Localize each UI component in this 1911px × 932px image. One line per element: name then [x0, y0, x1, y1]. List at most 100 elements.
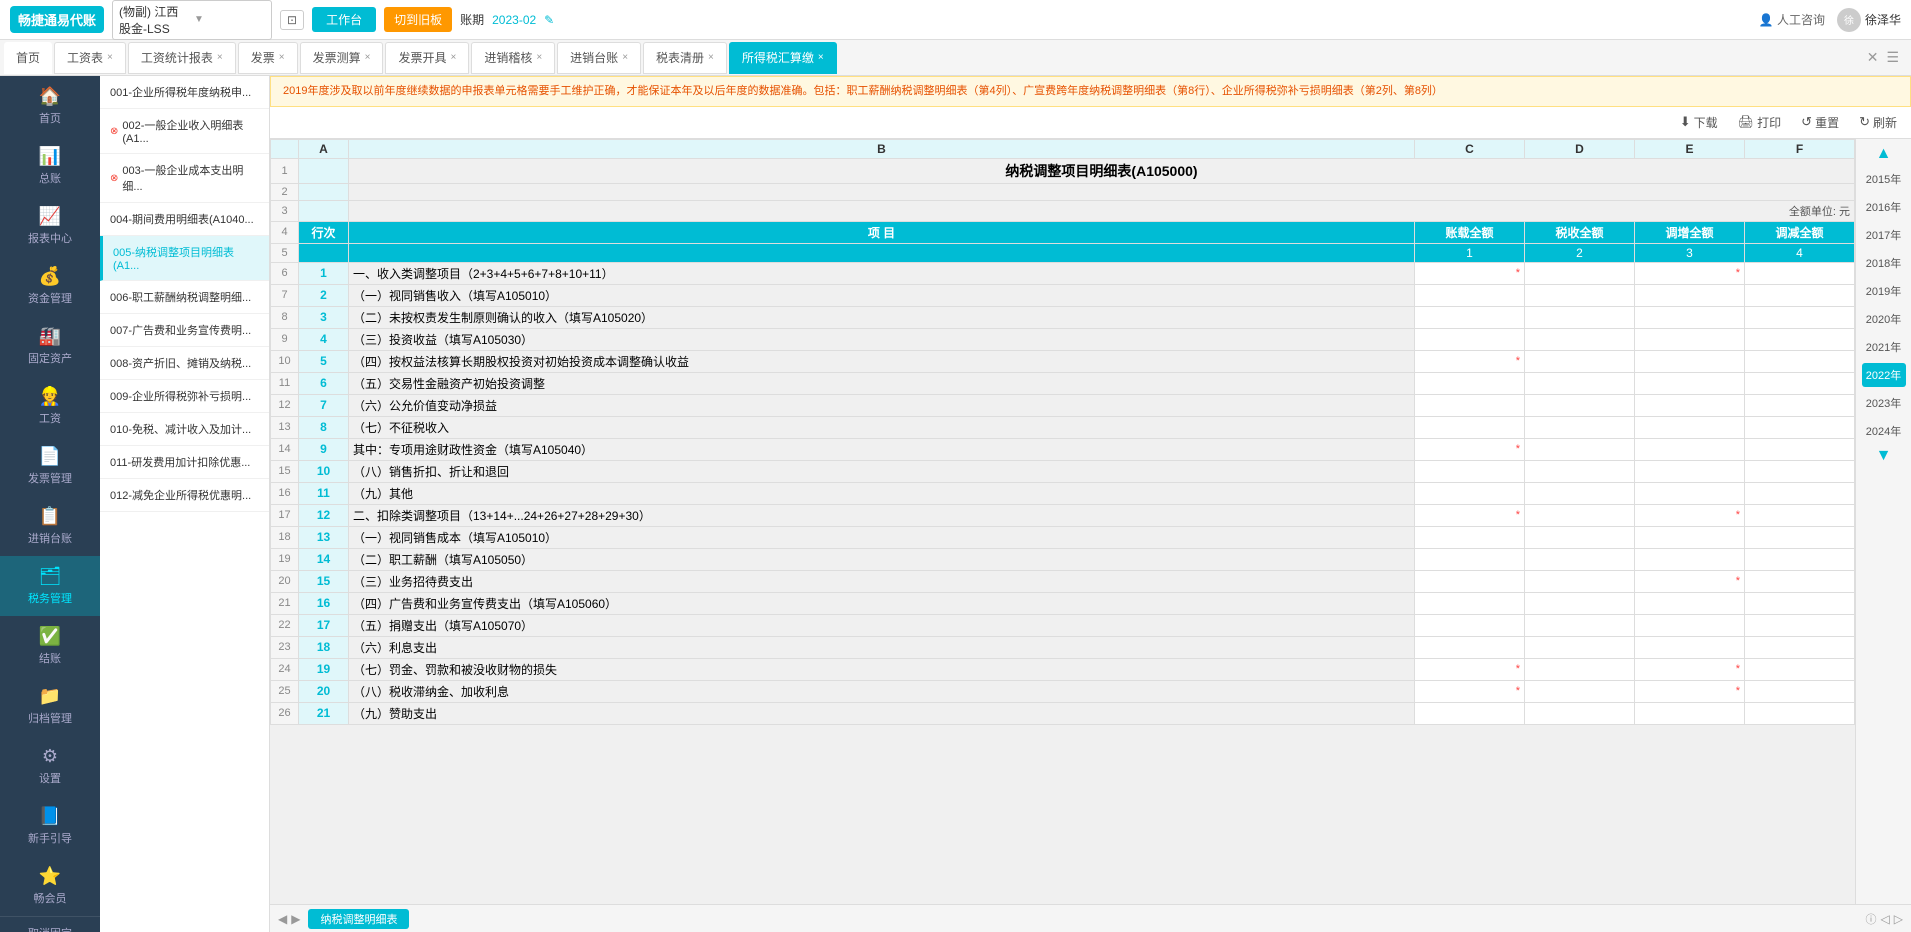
col-header-xiangmu: 项 目 [349, 221, 1415, 243]
year-2015-button[interactable]: 2015年 [1862, 167, 1906, 191]
sidebar-item-salary[interactable]: 👷 工资 [0, 376, 100, 436]
table-row: 3 全额单位: 元 [271, 200, 1855, 221]
tab-purchase-ledger[interactable]: 进销台账× [557, 42, 641, 74]
collapse-label: 取消固定 [28, 925, 72, 932]
submenu-item-011[interactable]: 011-研发费用加计扣除优惠... [100, 446, 269, 479]
year-2016-button[interactable]: 2016年 [1862, 195, 1906, 219]
avatar: 徐 [1837, 8, 1861, 32]
content-area: 001-企业所得税年度纳税申... ⊗ 002-一般企业收入明细表(A1... … [100, 76, 1911, 932]
table-row: 15 10 （八）销售折扣、折让和退回 [271, 460, 1855, 482]
submenu-item-006[interactable]: 006-职工薪酬纳税调整明细... [100, 281, 269, 314]
close-icon[interactable]: × [107, 52, 113, 63]
tab-menu-button[interactable]: ☰ [1886, 49, 1899, 66]
reset-button[interactable]: ↺ 重置 [1795, 111, 1845, 134]
tab-tax-list[interactable]: 税表清册× [643, 42, 727, 74]
close-icon[interactable]: × [279, 52, 285, 63]
close-icon[interactable]: × [818, 52, 824, 63]
support-link[interactable]: 👤 人工咨询 [1759, 11, 1825, 28]
year-2023-button[interactable]: 2023年 [1862, 391, 1906, 415]
tab-home[interactable]: 首页 [4, 42, 52, 74]
scroll-left-button[interactable]: ◀ [278, 912, 287, 926]
year-2024-button[interactable]: 2024年 [1862, 419, 1906, 443]
refresh-button[interactable]: ↻ 刷新 [1853, 111, 1903, 134]
tab-salary[interactable]: 工资表× [54, 42, 126, 74]
year-2019-button[interactable]: 2019年 [1862, 279, 1906, 303]
submenu-item-008[interactable]: 008-资产折旧、摊销及纳税... [100, 347, 269, 380]
sidebar-label-finance: 资金管理 [28, 290, 72, 306]
work-desk-button[interactable]: 工作台 [312, 7, 376, 32]
submenu-item-009[interactable]: 009-企业所得税弥补亏损明... [100, 380, 269, 413]
next-page-button[interactable]: ▷ [1894, 912, 1903, 926]
tab-income-tax[interactable]: 所得税汇算缴× [729, 42, 837, 74]
submenu-item-003[interactable]: ⊗ 003-一般企业成本支出明细... [100, 154, 269, 203]
close-icon[interactable]: × [365, 52, 371, 63]
submenu-item-007[interactable]: 007-广告费和业务宣传费明... [100, 314, 269, 347]
edit-period-icon[interactable]: ✎ [544, 13, 554, 27]
submenu-label-009: 009-企业所得税弥补亏损明... [110, 388, 251, 404]
sidebar-item-general-ledger[interactable]: 📊 总账 [0, 136, 100, 196]
close-icon[interactable]: × [622, 52, 628, 63]
year-2020-button[interactable]: 2020年 [1862, 307, 1906, 331]
sidebar-item-home[interactable]: 🏠 首页 [0, 76, 100, 136]
copy-icon[interactable]: ⊡ [280, 10, 304, 30]
download-button[interactable]: ⬇ 下载 [1674, 111, 1724, 134]
close-icon[interactable]: × [217, 52, 223, 63]
sidebar-label-salary: 工资 [39, 410, 61, 426]
year-2021-button[interactable]: 2021年 [1862, 335, 1906, 359]
spreadsheet[interactable]: A B C D E F 1 [270, 139, 1855, 905]
submenu-label-001: 001-企业所得税年度纳税申... [110, 84, 251, 100]
table-header-row: 4 行次 项 目 账载全额 税收全额 调增全额 调减全额 [271, 221, 1855, 243]
tab-invoice-calc[interactable]: 发票测算× [300, 42, 384, 74]
sidebar-item-guide[interactable]: 📘 新手引导 [0, 796, 100, 856]
table-row: 17 12 二、扣除类调整项目（13+14+...24+26+27+28+29+… [271, 504, 1855, 526]
submenu-item-004[interactable]: 004-期间费用明细表(A1040... [100, 203, 269, 236]
close-icon[interactable]: × [536, 52, 542, 63]
prev-page-button[interactable]: ◁ [1881, 912, 1890, 926]
company-selector[interactable]: (物副) 江西股金-LSS ▼ [112, 0, 272, 40]
year-2018-button[interactable]: 2018年 [1862, 251, 1906, 275]
user-info[interactable]: 徐 徐泽华 [1837, 8, 1901, 32]
member-icon: ⭐ [39, 866, 61, 887]
sidebar-item-settings[interactable]: ⚙ 设置 [0, 736, 100, 796]
tab-bar: 首页 工资表× 工资统计报表× 发票× 发票测算× 发票开具× 进销稽核× 进销… [0, 40, 1911, 76]
sidebar-item-close-accounts[interactable]: ✅ 结账 [0, 616, 100, 676]
tab-purchase-check[interactable]: 进销稽核× [471, 42, 555, 74]
tab-invoice-open[interactable]: 发票开具× [385, 42, 469, 74]
year-2017-button[interactable]: 2017年 [1862, 223, 1906, 247]
year-scroll-down-button[interactable]: ▼ [1874, 445, 1894, 467]
sidebar-item-tax[interactable]: 🗂 税务管理 [0, 556, 100, 616]
finance-icon: 💰 [39, 266, 61, 287]
print-button[interactable]: 🖨 打印 [1732, 111, 1788, 134]
col-header-e: E [1635, 139, 1745, 158]
sidebar-item-finance[interactable]: 💰 资金管理 [0, 256, 100, 316]
submenu-item-001[interactable]: 001-企业所得税年度纳税申... [100, 76, 269, 109]
table-title: 纳税调整项目明细表(A105000) [349, 158, 1855, 183]
close-icon[interactable]: × [708, 52, 714, 63]
bottom-info-icon: ⓘ [1866, 911, 1877, 927]
refresh-label: 刷新 [1873, 114, 1897, 131]
submenu-item-005[interactable]: 005-纳税调整项目明细表(A1... [100, 236, 269, 281]
table-row: 7 2 （一）视同销售收入（填写A105010） [271, 284, 1855, 306]
year-2022-button[interactable]: 2022年 [1862, 363, 1906, 387]
company-name: (物副) 江西股金-LSS [119, 3, 190, 37]
period-value[interactable]: 2023-02 [492, 13, 536, 27]
sidebar-item-fixed-assets[interactable]: 🏭 固定资产 [0, 316, 100, 376]
sidebar-item-member[interactable]: ⭐ 畅会员 [0, 856, 100, 916]
sheet-tab[interactable]: 纳税调整明细表 [308, 909, 409, 929]
sidebar-item-archive[interactable]: 📁 归档管理 [0, 676, 100, 736]
submenu-item-002[interactable]: ⊗ 002-一般企业收入明细表(A1... [100, 109, 269, 154]
sidebar-item-reports[interactable]: 📈 报表中心 [0, 196, 100, 256]
sidebar-collapse-button[interactable]: 取消固定 [0, 916, 100, 932]
main-content: 2019年度涉及取以前年度继续数据的申报表单元格需要手工维护正确，才能保证本年及… [270, 76, 1911, 932]
submenu-item-010[interactable]: 010-免税、减计收入及加计... [100, 413, 269, 446]
close-all-button[interactable]: ✕ [1867, 49, 1879, 66]
submenu-item-012[interactable]: 012-减免企业所得税优惠明... [100, 479, 269, 512]
sidebar-item-invoice-mgmt[interactable]: 📄 发票管理 [0, 436, 100, 496]
year-scroll-up-button[interactable]: ▲ [1874, 143, 1894, 165]
tab-invoice[interactable]: 发票× [238, 42, 298, 74]
scroll-right-button[interactable]: ▶ [291, 912, 300, 926]
close-icon[interactable]: × [450, 52, 456, 63]
tab-salary-report[interactable]: 工资统计报表× [128, 42, 236, 74]
old-version-button[interactable]: 切到旧板 [384, 7, 452, 32]
sidebar-item-purchase-ledger[interactable]: 📋 进销台账 [0, 496, 100, 556]
